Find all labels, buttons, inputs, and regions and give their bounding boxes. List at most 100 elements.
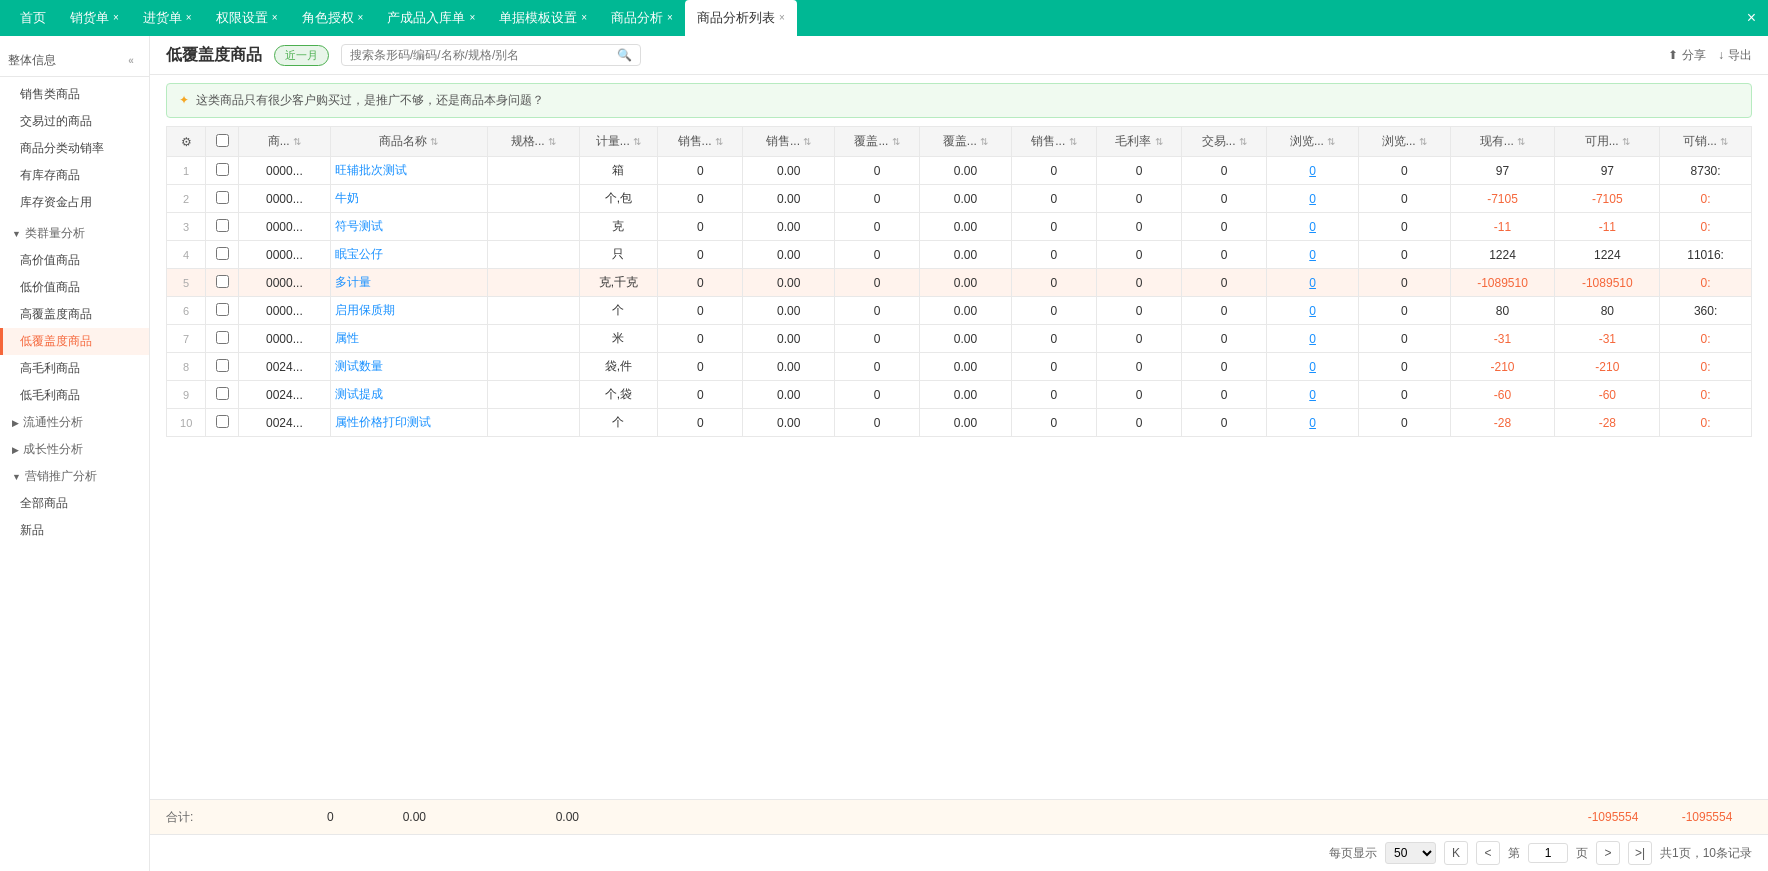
table-row: 2 0000... 牛奶 个,包 0 0.00 0 0.00 0 0 0 0 0… bbox=[167, 185, 1752, 213]
nav-analysis[interactable]: 商品分析 × bbox=[599, 0, 685, 36]
row-browse1[interactable]: 0 bbox=[1267, 381, 1359, 409]
row-browse1[interactable]: 0 bbox=[1267, 157, 1359, 185]
row-select-checkbox[interactable] bbox=[216, 163, 229, 176]
sidebar-group-growth[interactable]: ▶ 成长性分析 bbox=[0, 436, 149, 463]
sidebar-item-category-rate[interactable]: 商品分类动销率 bbox=[0, 135, 149, 162]
search-icon[interactable]: 🔍 bbox=[617, 48, 632, 62]
row-select-checkbox[interactable] bbox=[216, 359, 229, 372]
sidebar-item-stock-fund[interactable]: 库存资金占用 bbox=[0, 189, 149, 216]
row-select-checkbox[interactable] bbox=[216, 219, 229, 232]
coverage2-col-header[interactable]: 覆盖... ⇅ bbox=[920, 127, 1012, 157]
row-name[interactable]: 牛奶 bbox=[330, 185, 487, 213]
sidebar-item-low-value[interactable]: 低价值商品 bbox=[0, 274, 149, 301]
row-saleable: 0: bbox=[1660, 185, 1752, 213]
export-button[interactable]: ↓ 导出 bbox=[1718, 47, 1752, 64]
sales-count-col-header[interactable]: 销售... ⇅ bbox=[658, 127, 743, 157]
row-browse2: 0 bbox=[1358, 381, 1450, 409]
row-browse1[interactable]: 0 bbox=[1267, 353, 1359, 381]
row-browse1[interactable]: 0 bbox=[1267, 269, 1359, 297]
sidebar-item-all-products[interactable]: 全部商品 bbox=[0, 490, 149, 517]
unit-col-header[interactable]: 计量... ⇅ bbox=[579, 127, 658, 157]
name-col-header[interactable]: 商品名称 ⇅ bbox=[330, 127, 487, 157]
row-sales3: 0 bbox=[1011, 213, 1096, 241]
row-select-checkbox[interactable] bbox=[216, 247, 229, 260]
select-all-checkbox[interactable] bbox=[216, 134, 229, 147]
sidebar-item-traded-products[interactable]: 交易过的商品 bbox=[0, 108, 149, 135]
row-name[interactable]: 眠宝公仔 bbox=[330, 241, 487, 269]
last-page-button[interactable]: >| bbox=[1628, 841, 1652, 865]
available-stock-col-header[interactable]: 可用... ⇅ bbox=[1555, 127, 1660, 157]
row-name[interactable]: 多计量 bbox=[330, 269, 487, 297]
top-nav: 首页 销货单 × 进货单 × 权限设置 × 角色授权 × 产成品入库单 × 单据… bbox=[0, 0, 1768, 36]
row-coverage2: 0.00 bbox=[920, 381, 1012, 409]
period-button[interactable]: 近一月 bbox=[274, 45, 329, 66]
nav-home[interactable]: 首页 bbox=[8, 0, 58, 36]
transaction-col-header[interactable]: 交易... ⇅ bbox=[1182, 127, 1267, 157]
sidebar-item-high-margin[interactable]: 高毛利商品 bbox=[0, 355, 149, 382]
row-coverage1: 0 bbox=[835, 269, 920, 297]
row-transaction: 0 bbox=[1182, 325, 1267, 353]
row-name[interactable]: 启用保质期 bbox=[330, 297, 487, 325]
nav-product-in[interactable]: 产成品入库单 × bbox=[375, 0, 487, 36]
gross-margin-col-header[interactable]: 毛利率 ⇅ bbox=[1096, 127, 1181, 157]
row-browse1[interactable]: 0 bbox=[1267, 213, 1359, 241]
row-browse1[interactable]: 0 bbox=[1267, 241, 1359, 269]
row-browse2: 0 bbox=[1358, 213, 1450, 241]
nav-sales[interactable]: 销货单 × bbox=[58, 0, 131, 36]
nav-template[interactable]: 单据模板设置 × bbox=[487, 0, 599, 36]
row-browse1[interactable]: 0 bbox=[1267, 297, 1359, 325]
row-name[interactable]: 属性 bbox=[330, 325, 487, 353]
row-name[interactable]: 旺辅批次测试 bbox=[330, 157, 487, 185]
settings-col-header[interactable]: ⚙ bbox=[167, 127, 206, 157]
row-select-checkbox[interactable] bbox=[216, 191, 229, 204]
row-sales-count: 0 bbox=[658, 241, 743, 269]
window-close-icon[interactable]: × bbox=[1747, 9, 1756, 27]
search-input[interactable] bbox=[350, 48, 611, 62]
row-browse1[interactable]: 0 bbox=[1267, 409, 1359, 437]
sidebar-item-in-stock[interactable]: 有库存商品 bbox=[0, 162, 149, 189]
row-name[interactable]: 符号测试 bbox=[330, 213, 487, 241]
sales-amount-col-header[interactable]: 销售... ⇅ bbox=[743, 127, 835, 157]
first-page-button[interactable]: K bbox=[1444, 841, 1468, 865]
row-select-checkbox[interactable] bbox=[216, 303, 229, 316]
prev-page-button[interactable]: < bbox=[1476, 841, 1500, 865]
spec-col-header[interactable]: 规格... ⇅ bbox=[487, 127, 579, 157]
sidebar-collapse-icon[interactable]: « bbox=[121, 50, 141, 70]
share-button[interactable]: ⬆ 分享 bbox=[1668, 47, 1706, 64]
current-stock-col-header[interactable]: 现有... ⇅ bbox=[1450, 127, 1555, 157]
sidebar-item-low-margin[interactable]: 低毛利商品 bbox=[0, 382, 149, 409]
sidebar-item-sales-products[interactable]: 销售类商品 bbox=[0, 81, 149, 108]
row-sales-count: 0 bbox=[658, 185, 743, 213]
sidebar-group-marketing[interactable]: ▼ 营销推广分析 bbox=[0, 463, 149, 490]
nav-role[interactable]: 角色授权 × bbox=[290, 0, 376, 36]
row-name[interactable]: 属性价格打印测试 bbox=[330, 409, 487, 437]
row-coverage1: 0 bbox=[835, 409, 920, 437]
row-name[interactable]: 测试数量 bbox=[330, 353, 487, 381]
row-spec bbox=[487, 297, 579, 325]
sales3-col-header[interactable]: 销售... ⇅ bbox=[1011, 127, 1096, 157]
sidebar-group-cluster[interactable]: ▼ 类群量分析 bbox=[0, 220, 149, 247]
nav-analysis-list[interactable]: 商品分析列表 × bbox=[685, 0, 797, 36]
row-select-checkbox[interactable] bbox=[216, 331, 229, 344]
sidebar-group-flow[interactable]: ▶ 流通性分析 bbox=[0, 409, 149, 436]
next-page-button[interactable]: > bbox=[1596, 841, 1620, 865]
nav-permission[interactable]: 权限设置 × bbox=[204, 0, 290, 36]
sidebar-item-new-products[interactable]: 新品 bbox=[0, 517, 149, 544]
page-number-input[interactable] bbox=[1528, 843, 1568, 863]
browse2-col-header[interactable]: 浏览... ⇅ bbox=[1358, 127, 1450, 157]
page-size-select[interactable]: 20 50 100 bbox=[1385, 842, 1436, 864]
coverage1-col-header[interactable]: 覆盖... ⇅ bbox=[835, 127, 920, 157]
row-select-checkbox[interactable] bbox=[216, 275, 229, 288]
row-select-checkbox[interactable] bbox=[216, 415, 229, 428]
row-name[interactable]: 测试提成 bbox=[330, 381, 487, 409]
row-select-checkbox[interactable] bbox=[216, 387, 229, 400]
sidebar-item-high-coverage[interactable]: 高覆盖度商品 bbox=[0, 301, 149, 328]
row-browse1[interactable]: 0 bbox=[1267, 325, 1359, 353]
sidebar-item-high-value[interactable]: 高价值商品 bbox=[0, 247, 149, 274]
sidebar-item-low-coverage[interactable]: 低覆盖度商品 bbox=[0, 328, 149, 355]
code-col-header[interactable]: 商... ⇅ bbox=[239, 127, 331, 157]
nav-purchase[interactable]: 进货单 × bbox=[131, 0, 204, 36]
row-browse1[interactable]: 0 bbox=[1267, 185, 1359, 213]
saleable-col-header[interactable]: 可销... ⇅ bbox=[1660, 127, 1752, 157]
browse1-col-header[interactable]: 浏览... ⇅ bbox=[1267, 127, 1359, 157]
